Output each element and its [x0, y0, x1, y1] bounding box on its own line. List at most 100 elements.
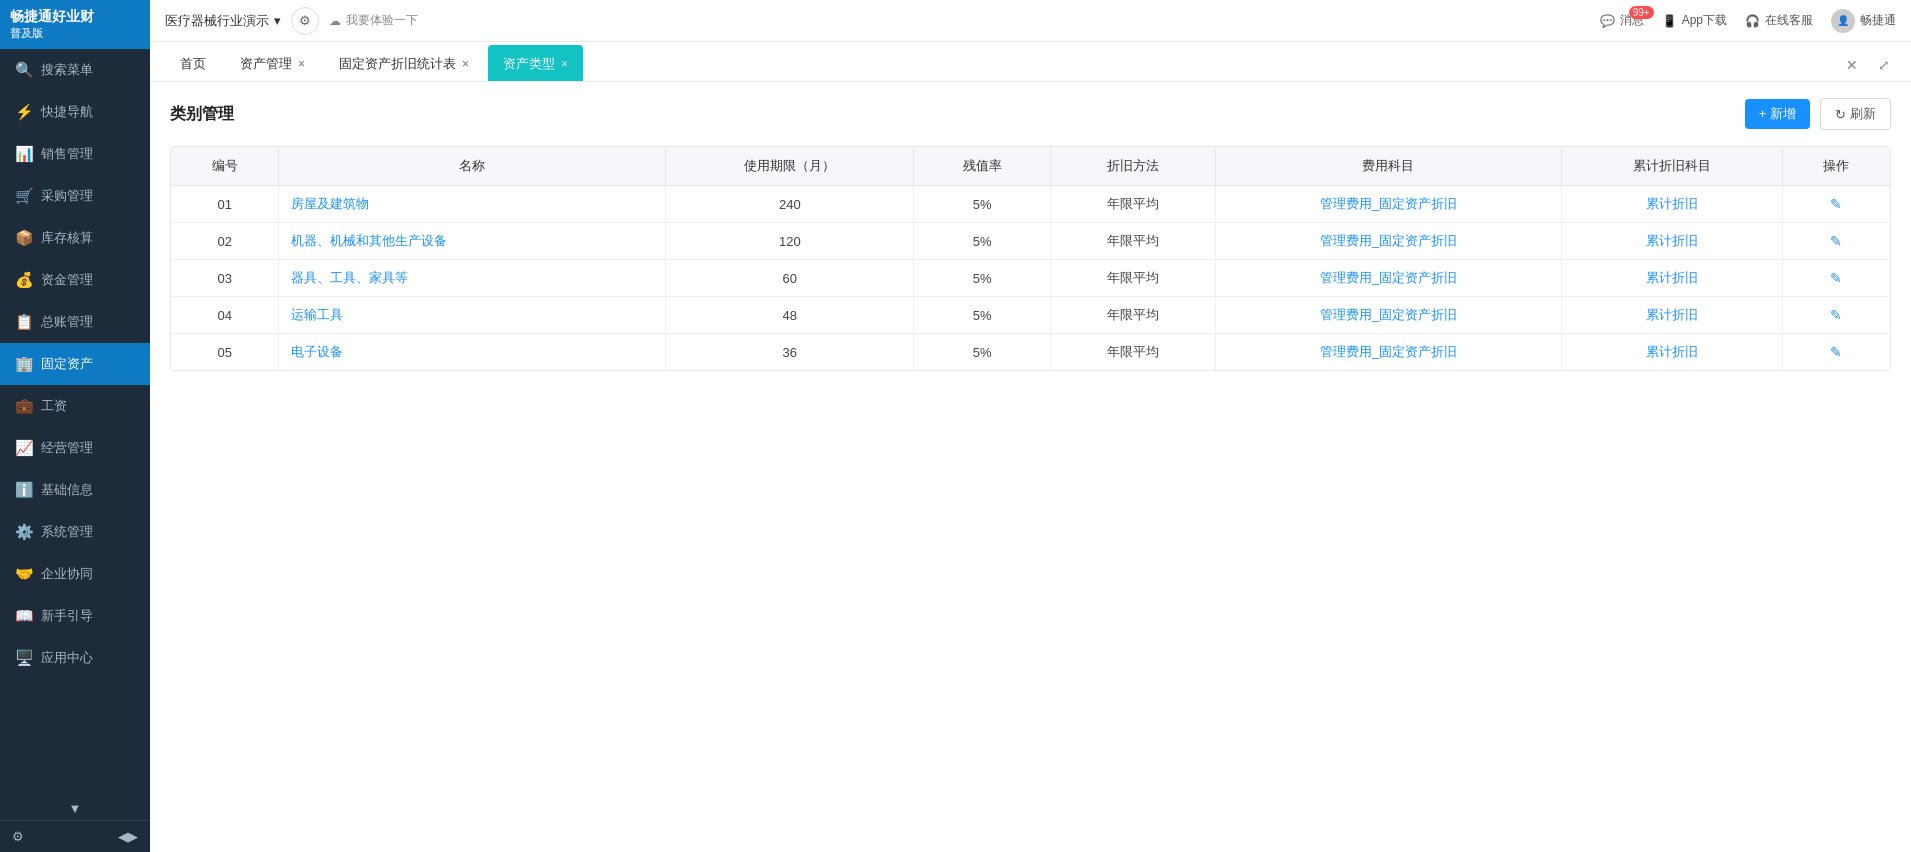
message-icon: 💬: [1600, 14, 1615, 28]
experience-label: 我要体验一下: [346, 12, 418, 29]
table-header-row: 编号名称使用期限（月）残值率折旧方法费用科目累计折旧科目操作: [171, 147, 1890, 186]
tab-0[interactable]: 首页: [165, 45, 221, 81]
company-name: 医疗器械行业演示: [165, 12, 269, 30]
cell-r0-c5: 管理费用_固定资产折旧: [1215, 186, 1562, 223]
table-row: 05电子设备365%年限平均管理费用_固定资产折旧累计折旧✎: [171, 334, 1890, 371]
cell-r0-c1: 房屋及建筑物: [279, 186, 666, 223]
customer-service-btn[interactable]: 🎧 在线客服: [1745, 12, 1813, 29]
cell-r3-c3: 5%: [914, 297, 1051, 334]
tab-2[interactable]: 固定资产折旧统计表×: [324, 45, 484, 81]
nav-icon-5: 💰: [15, 271, 33, 289]
tab-3[interactable]: 资产类型 ×: [488, 45, 583, 81]
main-panel: 医疗器械行业演示 ▾ ⚙ ☁ 我要体验一下 💬 消息 99+ 📱 App下载 🎧…: [150, 0, 1911, 852]
cell-r2-c7[interactable]: ✎: [1782, 260, 1890, 297]
page-title: 类别管理: [170, 104, 234, 125]
nav-icon-3: 🛒: [15, 187, 33, 205]
sidebar-item-经营管理[interactable]: 📈经营管理: [0, 427, 150, 469]
tab-label-0: 首页: [180, 55, 206, 73]
refresh-btn[interactable]: ↻ 刷新: [1820, 98, 1891, 130]
table-row: 02机器、机械和其他生产设备1205%年限平均管理费用_固定资产折旧累计折旧✎: [171, 223, 1890, 260]
cell-r1-c7[interactable]: ✎: [1782, 223, 1890, 260]
sidebar-item-工资[interactable]: 💼工资: [0, 385, 150, 427]
sidebar-item-库存核算[interactable]: 📦库存核算: [0, 217, 150, 259]
sidebar-item-新手引导[interactable]: 📖新手引导: [0, 595, 150, 637]
user-menu[interactable]: 👤 畅捷通: [1831, 9, 1896, 33]
customer-service-label: 在线客服: [1765, 12, 1813, 29]
user-label: 畅捷通: [1860, 12, 1896, 29]
table-head: 编号名称使用期限（月）残值率折旧方法费用科目累计折旧科目操作: [171, 147, 1890, 186]
company-selector[interactable]: 医疗器械行业演示 ▾: [165, 12, 281, 30]
nav-label-3: 采购管理: [41, 187, 93, 205]
col-header-6: 累计折旧科目: [1562, 147, 1782, 186]
logo-title: 畅捷通好业财: [10, 8, 94, 26]
settings-icon[interactable]: ⚙: [12, 829, 24, 844]
tab-close-3[interactable]: ×: [561, 57, 568, 71]
table-body: 01房屋及建筑物2405%年限平均管理费用_固定资产折旧累计折旧✎02机器、机械…: [171, 186, 1890, 371]
sidebar-scroll-down[interactable]: ▼: [0, 796, 150, 820]
app-download-btn[interactable]: 📱 App下载: [1662, 12, 1727, 29]
new-btn[interactable]: + 新增: [1745, 99, 1810, 129]
cell-r4-c1: 电子设备: [279, 334, 666, 371]
nav-label-8: 工资: [41, 397, 67, 415]
cell-r0-c4: 年限平均: [1051, 186, 1216, 223]
company-dropdown-icon: ▾: [274, 13, 281, 28]
cell-r2-c6: 累计折旧: [1562, 260, 1782, 297]
col-header-4: 折旧方法: [1051, 147, 1216, 186]
tab-1[interactable]: 资产管理×: [225, 45, 320, 81]
collapse-icon[interactable]: ◀▶: [118, 829, 138, 844]
sidebar-item-总账管理[interactable]: 📋总账管理: [0, 301, 150, 343]
sidebar-item-应用中心[interactable]: 🖥️应用中心: [0, 637, 150, 679]
page-header: 类别管理 + 新增 ↻ 刷新: [170, 98, 1891, 130]
nav-label-4: 库存核算: [41, 229, 93, 247]
cell-r4-c3: 5%: [914, 334, 1051, 371]
cell-r4-c5: 管理费用_固定资产折旧: [1215, 334, 1562, 371]
nav-label-5: 资金管理: [41, 271, 93, 289]
maximize-tab-btn[interactable]: ⤢: [1872, 53, 1896, 77]
sidebar-item-销售管理[interactable]: 📊销售管理: [0, 133, 150, 175]
nav-label-13: 新手引导: [41, 607, 93, 625]
sidebar-item-快捷导航[interactable]: ⚡快捷导航: [0, 91, 150, 133]
logo-sub: 普及版: [10, 26, 43, 41]
cell-r2-c3: 5%: [914, 260, 1051, 297]
topbar: 医疗器械行业演示 ▾ ⚙ ☁ 我要体验一下 💬 消息 99+ 📱 App下载 🎧…: [150, 0, 1911, 42]
tab-close-1[interactable]: ×: [298, 57, 305, 71]
sidebar-item-基础信息[interactable]: ℹ️ 基础信息: [0, 469, 150, 511]
cell-r0-c6: 累计折旧: [1562, 186, 1782, 223]
cell-r4-c7[interactable]: ✎: [1782, 334, 1890, 371]
cell-r2-c5: 管理费用_固定资产折旧: [1215, 260, 1562, 297]
sidebar-bottom: ⚙ ◀▶: [0, 820, 150, 852]
sidebar-item-固定资产[interactable]: 🏢固定资产: [0, 343, 150, 385]
col-header-0: 编号: [171, 147, 279, 186]
close-tab-btn[interactable]: ✕: [1840, 53, 1864, 77]
nav-icon-10: ℹ️: [15, 481, 33, 499]
sidebar-item-资金管理[interactable]: 💰 资金管理: [0, 259, 150, 301]
refresh-label: 刷新: [1850, 105, 1876, 123]
nav-icon-11: ⚙️: [15, 523, 33, 541]
tab-label-3: 资产类型: [503, 55, 555, 73]
sidebar-item-企业协同[interactable]: 🤝企业协同: [0, 553, 150, 595]
nav-label-12: 企业协同: [41, 565, 93, 583]
experience-btn[interactable]: ☁ 我要体验一下: [329, 12, 418, 29]
asset-type-table: 编号名称使用期限（月）残值率折旧方法费用科目累计折旧科目操作 01房屋及建筑物2…: [170, 146, 1891, 371]
cell-r2-c0: 03: [171, 260, 279, 297]
cell-r1-c3: 5%: [914, 223, 1051, 260]
sidebar-item-搜索菜单[interactable]: 🔍搜索菜单: [0, 49, 150, 91]
table: 编号名称使用期限（月）残值率折旧方法费用科目累计折旧科目操作 01房屋及建筑物2…: [171, 147, 1890, 370]
refresh-icon: ↻: [1835, 107, 1846, 122]
topbar-settings-btn[interactable]: ⚙: [291, 7, 319, 35]
cell-r3-c7[interactable]: ✎: [1782, 297, 1890, 334]
cell-r1-c0: 02: [171, 223, 279, 260]
messages-btn[interactable]: 💬 消息 99+: [1600, 12, 1644, 29]
sidebar-item-系统管理[interactable]: ⚙️系统管理: [0, 511, 150, 553]
cloud-icon: ☁: [329, 14, 341, 28]
sidebar-logo: 畅捷通好业财 普及版: [0, 0, 150, 49]
sidebar-item-采购管理[interactable]: 🛒 采购管理: [0, 175, 150, 217]
cell-r0-c7[interactable]: ✎: [1782, 186, 1890, 223]
nav-label-10: 基础信息: [41, 481, 93, 499]
headset-icon: 🎧: [1745, 14, 1760, 28]
tab-close-2[interactable]: ×: [462, 57, 469, 71]
cell-r1-c6: 累计折旧: [1562, 223, 1782, 260]
nav-label-0: 搜索菜单: [41, 61, 93, 79]
cell-r3-c4: 年限平均: [1051, 297, 1216, 334]
cell-r3-c0: 04: [171, 297, 279, 334]
